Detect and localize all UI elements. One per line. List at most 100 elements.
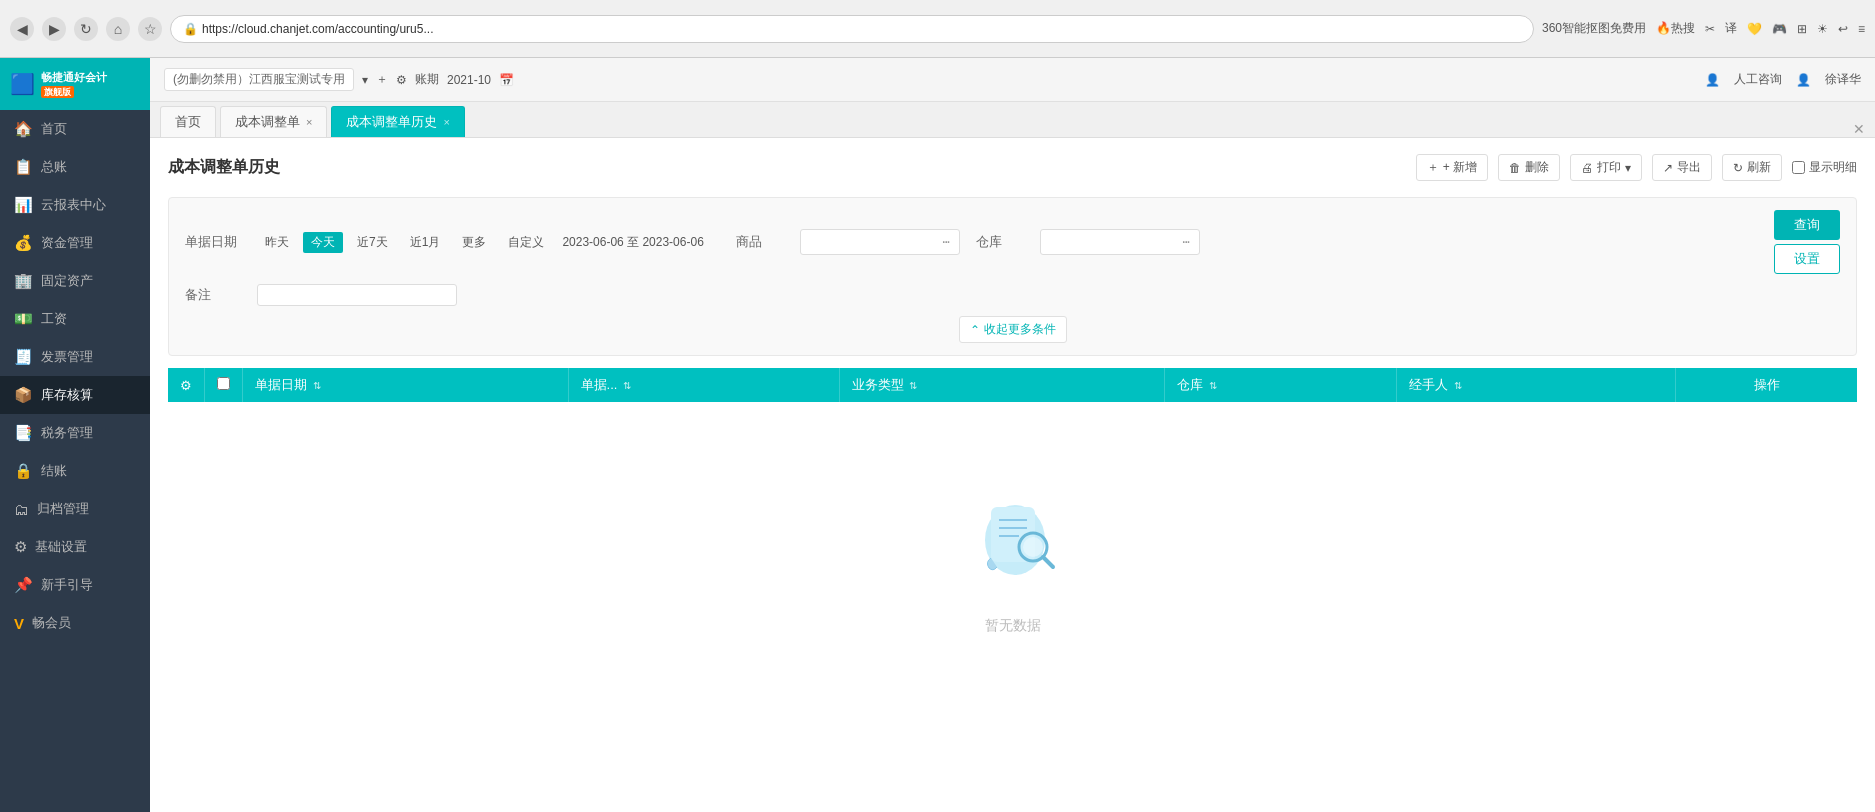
sidebar-item-funds[interactable]: 💰 资金管理: [0, 224, 150, 262]
settings-gear-icon[interactable]: ⚙: [396, 73, 407, 87]
print-button[interactable]: 🖨 打印 ▾: [1570, 154, 1642, 181]
date-filter-label: 单据日期: [185, 233, 241, 251]
home-btn[interactable]: ⌂: [106, 17, 130, 41]
empty-icon: [963, 482, 1063, 601]
browser-toolbar-right: 360智能抠图免费用 🔥热搜 ✂ 译 💛 🎮 ⊞ ☀ ↩ ≡: [1542, 20, 1865, 37]
delete-icon: 🗑: [1509, 161, 1521, 175]
select-all-checkbox[interactable]: [217, 377, 230, 390]
th-checkbox[interactable]: [205, 368, 243, 402]
star-btn[interactable]: ☆: [138, 17, 162, 41]
sort-warehouse-icon: ⇅: [1209, 380, 1217, 391]
payroll-icon: 💵: [14, 310, 33, 328]
sort-docnum-icon: ⇅: [623, 380, 631, 391]
tab-cost-adjust-history-close[interactable]: ×: [443, 116, 449, 128]
shortcut-7days[interactable]: 近7天: [349, 232, 396, 253]
wallet-icon: 💛: [1747, 22, 1762, 36]
tabs-bar: 首页 成本调整单 × 成本调整单历史 × ✕: [150, 102, 1875, 138]
sidebar-item-reports[interactable]: 📊 云报表中心: [0, 186, 150, 224]
app-wrapper: 🟦 畅捷通好会计 旗舰版 🏠 首页 📋 总账 📊 云报表中心 💰 资金管理: [0, 58, 1875, 812]
archive-icon: 🗂: [14, 501, 29, 518]
tab-home[interactable]: 首页: [160, 106, 216, 137]
th-date[interactable]: 单据日期 ⇅: [243, 368, 569, 402]
sidebar-item-ledger[interactable]: 📋 总账: [0, 148, 150, 186]
top-bar: (勿删勿禁用）江西服宝测试专用 ▾ ＋ ⚙ 账期 2021-10 📅 👤 人工咨…: [150, 58, 1875, 102]
sidebar-item-member[interactable]: V 畅会员: [0, 604, 150, 642]
shortcut-more[interactable]: 更多: [454, 232, 494, 253]
tab-cost-adjust-history-label: 成本调整单历史: [346, 113, 437, 131]
date-shortcuts: 昨天 今天 近7天 近1月 更多 自定义 2023-06-06 至 2023-0…: [257, 232, 704, 253]
logo-icon: 🟦: [10, 72, 35, 96]
sort-biztype-icon: ⇅: [909, 380, 917, 391]
th-warehouse[interactable]: 仓库 ⇅: [1165, 368, 1397, 402]
sidebar-item-settings[interactable]: ⚙ 基础设置: [0, 528, 150, 566]
remark-input[interactable]: [257, 284, 457, 306]
back-btn[interactable]: ◀: [10, 17, 34, 41]
show-detail-checkbox[interactable]: 显示明细: [1792, 159, 1857, 176]
tab-cost-adjust-close[interactable]: ×: [306, 116, 312, 128]
warehouse-more-icon: ···: [1181, 233, 1188, 251]
shortcut-custom[interactable]: 自定义: [500, 232, 552, 253]
funds-icon: 💰: [14, 234, 33, 252]
sidebar-item-assets[interactable]: 🏢 固定资产: [0, 262, 150, 300]
th-settings[interactable]: ⚙: [168, 368, 205, 402]
filter-buttons: 查询 设置: [1774, 210, 1840, 274]
product-select[interactable]: ···: [800, 229, 960, 255]
refresh-btn[interactable]: ↻: [74, 17, 98, 41]
add-button[interactable]: ＋ + 新增: [1416, 154, 1488, 181]
th-doc-num[interactable]: 单据... ⇅: [568, 368, 839, 402]
th-handler[interactable]: 经手人 ⇅: [1397, 368, 1676, 402]
sidebar-item-closing[interactable]: 🔒 结账: [0, 452, 150, 490]
service-label[interactable]: 人工咨询: [1734, 71, 1782, 88]
address-bar[interactable]: 🔒 https://cloud.chanjet.com/accounting/u…: [170, 15, 1534, 43]
query-button[interactable]: 查询: [1774, 210, 1840, 240]
dropdown-icon[interactable]: ▾: [362, 73, 368, 87]
add-btn[interactable]: ＋: [376, 71, 388, 88]
print-icon: 🖨: [1581, 161, 1593, 175]
closing-icon: 🔒: [14, 462, 33, 480]
sidebar-item-inventory[interactable]: 📦 库存核算: [0, 376, 150, 414]
table-header-row: ⚙ 单据日期 ⇅ 单据... ⇅ 业务类型 ⇅: [168, 368, 1857, 402]
collapse-button[interactable]: ⌃ 收起更多条件: [959, 316, 1067, 343]
date-range-text: 2023-06-06 至 2023-06-06: [562, 234, 703, 251]
warehouse-select[interactable]: ···: [1040, 229, 1200, 255]
page-title: 成本调整单历史: [168, 157, 280, 178]
export-button[interactable]: ↗ 导出: [1652, 154, 1712, 181]
guide-icon: 📌: [14, 576, 33, 594]
export-icon: ↗: [1663, 161, 1673, 175]
th-biz-type[interactable]: 业务类型 ⇅: [839, 368, 1165, 402]
user-icon: 👤: [1796, 73, 1811, 87]
main-content: (勿删勿禁用）江西服宝测试专用 ▾ ＋ ⚙ 账期 2021-10 📅 👤 人工咨…: [150, 58, 1875, 812]
delete-button[interactable]: 🗑 删除: [1498, 154, 1560, 181]
tab-cost-adjust[interactable]: 成本调整单 ×: [220, 106, 327, 137]
360search-label: 360智能抠图免费用: [1542, 20, 1646, 37]
sidebar-item-home[interactable]: 🏠 首页: [0, 110, 150, 148]
forward-btn[interactable]: ▶: [42, 17, 66, 41]
logo-text: 畅捷通好会计 旗舰版: [41, 70, 107, 99]
sidebar-item-tax[interactable]: 📑 税务管理: [0, 414, 150, 452]
shortcut-yesterday[interactable]: 昨天: [257, 232, 297, 253]
sidebar-item-archive[interactable]: 🗂 归档管理: [0, 490, 150, 528]
shortcut-today[interactable]: 今天: [303, 232, 343, 253]
page-header: 成本调整单历史 ＋ + 新增 🗑 删除 🖨 打印 ▾: [168, 154, 1857, 181]
sidebar-badge: 旗舰版: [41, 86, 74, 98]
sort-date-icon: ⇅: [313, 380, 321, 391]
tab-cost-adjust-history[interactable]: 成本调整单历史 ×: [331, 106, 464, 137]
sidebar-item-payroll[interactable]: 💵 工资: [0, 300, 150, 338]
calendar-icon[interactable]: 📅: [499, 73, 514, 87]
ssl-icon: 🔒: [183, 22, 198, 36]
inventory-icon: 📦: [14, 386, 33, 404]
product-filter-label: 商品: [736, 233, 792, 251]
no-data-illustration: [963, 482, 1063, 582]
sidebar: 🟦 畅捷通好会计 旗舰版 🏠 首页 📋 总账 📊 云报表中心 💰 资金管理: [0, 58, 150, 812]
settings-filter-button[interactable]: 设置: [1774, 244, 1840, 274]
menu-icon[interactable]: ≡: [1858, 22, 1865, 36]
empty-state-row: 暂无数据: [168, 402, 1857, 715]
tab-cost-adjust-label: 成本调整单: [235, 113, 300, 131]
shortcut-1month[interactable]: 近1月: [402, 232, 449, 253]
tab-close-all-btn[interactable]: ✕: [1853, 121, 1865, 137]
sidebar-item-invoice[interactable]: 🧾 发票管理: [0, 338, 150, 376]
refresh-button[interactable]: ↻ 刷新: [1722, 154, 1782, 181]
product-more-icon: ···: [941, 233, 948, 251]
sidebar-item-guide[interactable]: 📌 新手引导: [0, 566, 150, 604]
show-detail-check[interactable]: [1792, 161, 1805, 174]
